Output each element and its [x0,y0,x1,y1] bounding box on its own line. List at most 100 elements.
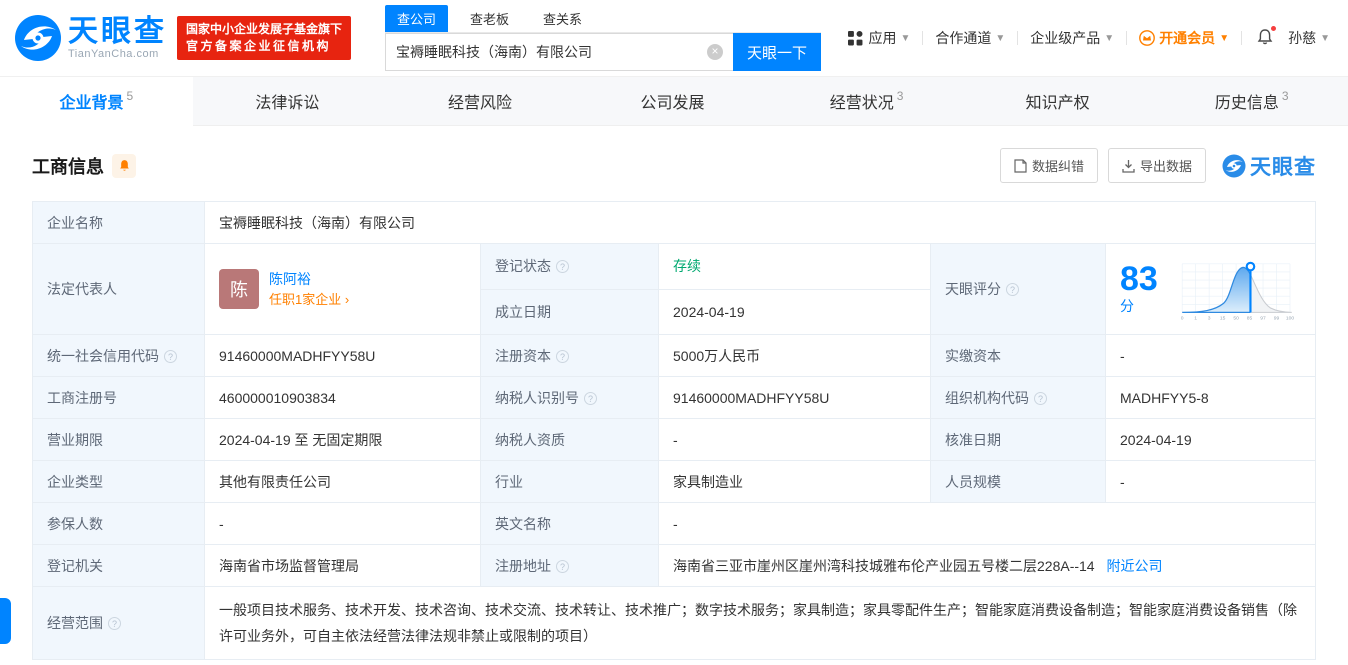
company-name-label: 企业名称 [32,201,205,244]
english-name-value: - [658,502,1316,545]
help-icon[interactable]: ? [584,391,597,405]
paid-capital-value: - [1105,334,1316,377]
nav-cooperation-channel[interactable]: 合作通道 ▼ [935,28,1005,48]
search-area: 查公司 查老板 查关系 × 天眼一下 [385,5,822,71]
registration-number-value: 460000010903834 [204,376,481,419]
tab-label: 经营状况 [829,95,894,112]
chevron-down-icon: ▼ [1104,32,1115,44]
tab-operational-risk[interactable]: 经营风险 [385,77,578,125]
search-tabs: 查公司 查老板 查关系 [385,5,822,33]
legal-representative-link[interactable]: 陈阿裕 [269,271,311,287]
help-icon[interactable]: ? [1034,391,1047,405]
help-icon[interactable]: ? [556,349,569,363]
data-correction-button[interactable]: 数据纠错 [999,148,1098,183]
tab-legal-proceedings[interactable]: 法律诉讼 [193,77,386,125]
divider [1241,31,1243,45]
industry-value: 家具制造业 [658,460,931,503]
registration-authority-label: 登记机关 [32,544,205,587]
user-menu[interactable]: 孙慈 ▼ [1288,28,1330,48]
help-icon[interactable]: ? [1006,283,1019,296]
chevron-down-icon: ▼ [1320,32,1330,44]
chevron-down-icon: ▼ [995,32,1006,44]
tab-intellectual-property[interactable]: 知识产权 [963,77,1156,125]
nearby-companies-link[interactable]: 附近公司 [1106,558,1162,574]
svg-text:0: 0 [1181,316,1184,322]
download-icon [1122,159,1135,173]
taxpayer-quality-value: - [658,418,931,461]
table-row: 登记机关 海南省市场监督管理局 注册地址? 海南省三亚市崖州区崖州湾科技城雅布伦… [32,544,1316,587]
table-row: 企业类型 其他有限责任公司 行业 家具制造业 人员规模 - [32,460,1316,503]
nav-apps-label: 应用 [868,30,897,46]
company-section-tabs: 企业背景 5 法律诉讼 经营风险 公司发展 经营状况 3 知识产权 历史信息 3 [0,76,1348,126]
data-correction-label: 数据纠错 [1031,159,1084,174]
label-text: 统一社会信用代码 [47,347,159,364]
tab-label: 法律诉讼 [255,95,320,112]
table-row: 法定代表人 陈 陈阿裕 任职1家企业 › 登记状态? 存续 天眼评分? 83分 [32,243,1316,335]
industry-label: 行业 [480,460,659,503]
table-row: 工商注册号 460000010903834 纳税人识别号? 91460000MA… [32,376,1316,419]
registration-status-label: 登记状态? [480,243,659,290]
search-tab-relation[interactable]: 查关系 [531,5,594,32]
tianyan-score-label: 天眼评分? [930,243,1106,335]
search-tab-company[interactable]: 查公司 [385,5,449,32]
taxpayer-id-value: 91460000MADHFYY58U [658,376,931,419]
tab-count: 3 [896,89,904,103]
tianyancha-logo[interactable]: 天眼查 TianYanCha.com [14,14,167,62]
gov-certification-badge: 国家中小企业发展子基金旗下 官方备案企业征信机构 [177,16,352,60]
search-button[interactable]: 天眼一下 [733,33,822,71]
feedback-float-tab[interactable] [0,598,11,644]
svg-text:99: 99 [1274,316,1280,322]
chevron-down-icon: ▼ [1219,32,1230,44]
nav-apps[interactable]: 应用 ▼ [848,28,910,48]
nav-vip-upgrade[interactable]: 开通会员 ▼ [1139,28,1229,48]
registration-status-value: 存续 [658,243,931,290]
notifications-bell[interactable] [1256,24,1278,49]
registration-number-label: 工商注册号 [32,376,205,419]
nav-enterprise-products[interactable]: 企业级产品 ▼ [1030,28,1114,48]
staff-size-label: 人员规模 [930,460,1106,503]
help-icon[interactable]: ? [108,617,121,630]
registered-address-cell: 海南省三亚市崖州区崖州湾科技城雅布伦产业园五号楼二层228A--14 附近公司 [658,544,1316,587]
search-input[interactable] [396,44,708,60]
positions-link[interactable]: 任职1家企业 › [269,292,349,307]
top-header: 天眼查 TianYanCha.com 国家中小企业发展子基金旗下 官方备案企业征… [0,0,1348,76]
label-text: 组织机构代码 [945,389,1029,406]
score-axis-labels: 0 1 3 15 50 85 97 99 100 [1181,316,1295,322]
svg-text:50: 50 [1234,316,1240,322]
search-tab-boss[interactable]: 查老板 [458,5,521,32]
establish-date-value: 2024-04-19 [658,288,931,335]
table-row: 营业期限 2024-04-19 至 无固定期限 纳税人资质 - 核准日期 202… [32,418,1316,461]
divider [922,31,924,45]
tab-operating-status[interactable]: 经营状况 3 [770,77,963,125]
help-icon[interactable]: ? [164,349,177,363]
label-text: 注册资本 [495,347,551,364]
legal-representative-cell: 陈 陈阿裕 任职1家企业 › [204,243,481,335]
business-info-header: 工商信息 数据纠错 导出数据 天眼查 [0,126,1348,197]
english-name-label: 英文名称 [480,502,659,545]
staff-size-value: - [1105,460,1316,503]
top-nav: 应用 ▼ 合作通道 ▼ 企业级产品 ▼ 开通会员 ▼ 孙慈 ▼ [848,24,1330,49]
tab-label: 公司发展 [640,95,705,112]
tab-history-info[interactable]: 历史信息 3 [1155,77,1348,125]
clear-search-icon[interactable]: × [707,44,724,60]
approval-date-value: 2024-04-19 [1105,418,1316,461]
table-row: 企业名称 宝褥睡眠科技（海南）有限公司 [32,201,1316,244]
legal-representative-label: 法定代表人 [32,243,205,335]
subscribe-bell-button[interactable] [112,153,136,178]
help-icon[interactable]: ? [556,260,569,274]
svg-text:100: 100 [1286,316,1294,322]
tab-business-background[interactable]: 企业背景 5 [0,77,193,126]
business-term-value: 2024-04-19 至 无固定期限 [204,418,481,461]
crown-icon [1139,30,1156,46]
help-icon[interactable]: ? [556,559,569,573]
registered-capital-label: 注册资本? [480,334,659,377]
tab-company-development[interactable]: 公司发展 [578,77,771,125]
insured-count-label: 参保人数 [32,502,205,545]
export-data-button[interactable]: 导出数据 [1107,148,1206,183]
company-name-value: 宝褥睡眠科技（海南）有限公司 [204,201,1316,244]
business-scope-value: 一般项目技术服务、技术开发、技术咨询、技术交流、技术转让、技术推广；数字技术服务… [204,586,1316,660]
score-value: 83 [1120,260,1158,298]
tianyancha-logo-icon [1222,154,1246,177]
tab-label: 历史信息 [1214,95,1279,112]
paid-capital-label: 实缴资本 [930,334,1106,377]
